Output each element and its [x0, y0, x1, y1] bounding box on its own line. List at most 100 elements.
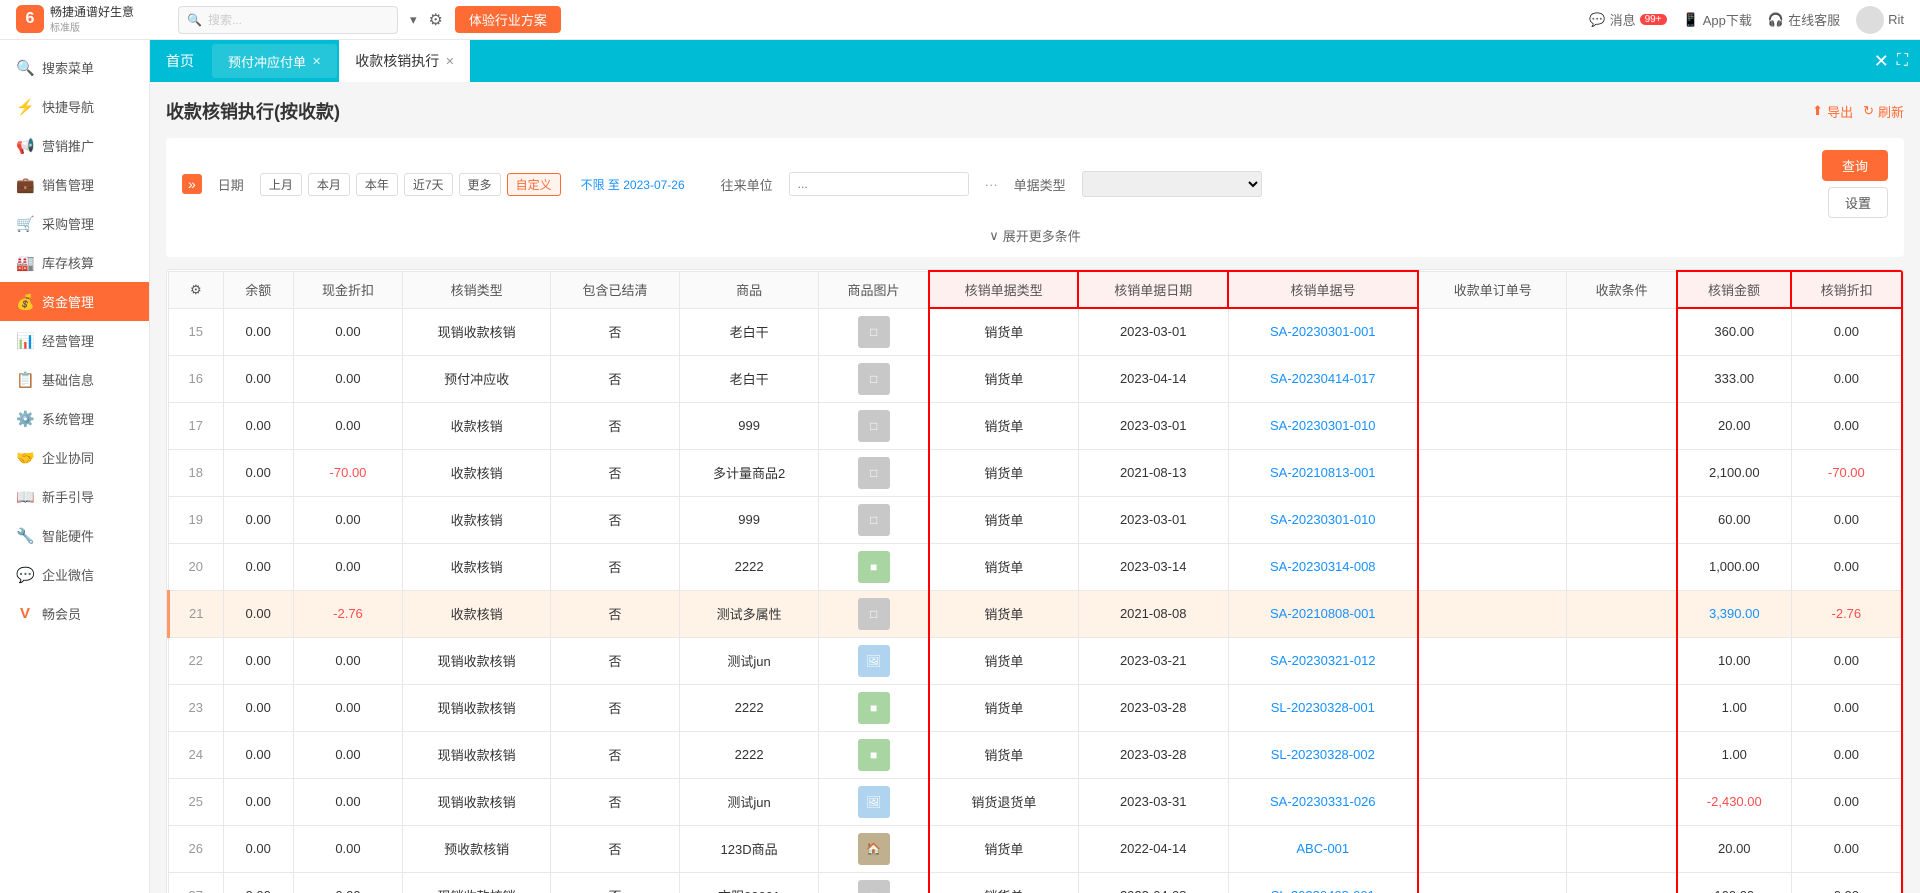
cell-receipt-condition [1567, 402, 1677, 449]
table-row: 26 0.00 0.00 预收款核销 否 123D商品 🏠 销货单 2022-0… [169, 825, 1903, 872]
settings-gear-icon[interactable]: ⚙ [429, 10, 443, 30]
cell-goods-image: 🖼 [819, 778, 929, 825]
cell-verify-amount: 10.00 [1677, 637, 1791, 684]
sidebar-item-marketing[interactable]: 📢 营销推广 [0, 126, 149, 165]
sidebar-item-label: 营销推广 [42, 136, 94, 155]
sidebar-item-finance[interactable]: 💰 资金管理 [0, 282, 149, 321]
col-header-gear[interactable]: ⚙ [169, 271, 224, 308]
more-btn[interactable]: 更多 [459, 173, 501, 196]
cell-verify-type: 现销收款核销 [403, 778, 551, 825]
cell-verify-type: 现销收款核销 [403, 684, 551, 731]
invoice-no-link[interactable]: ABC-001 [1296, 841, 1349, 856]
app-download-button[interactable]: 📱 App下载 [1683, 10, 1752, 29]
voucher-type-select[interactable] [1082, 171, 1262, 197]
cell-id: 26 [169, 825, 224, 872]
custom-date-btn[interactable]: 自定义 [507, 173, 561, 196]
cell-goods-image: □ [819, 402, 929, 449]
invoice-no-link[interactable]: SA-20230314-008 [1270, 559, 1376, 574]
tab-verify-close-icon[interactable]: ✕ [445, 55, 454, 68]
sidebar-item-guide[interactable]: 📖 新手引导 [0, 477, 149, 516]
sidebar-item-quick-nav[interactable]: ⚡ 快捷导航 [0, 87, 149, 126]
cell-include-settled: 否 [551, 684, 680, 731]
search-menu-icon: 🔍 [16, 59, 34, 77]
online-service-button[interactable]: 🎧 在线客服 [1768, 10, 1840, 29]
tab-home[interactable]: 首页 [150, 40, 210, 82]
filter-expand-arrow[interactable]: » [182, 174, 202, 194]
sidebar-item-management[interactable]: 📊 经营管理 [0, 321, 149, 360]
refresh-button[interactable]: ↻ 刷新 [1863, 102, 1904, 121]
invoice-no-link[interactable]: SA-20230321-012 [1270, 653, 1376, 668]
sidebar-item-search[interactable]: 🔍 搜索菜单 [0, 48, 149, 87]
last-month-btn[interactable]: 上月 [260, 173, 302, 196]
sidebar-item-purchase[interactable]: 🛒 采购管理 [0, 204, 149, 243]
counterparty-input[interactable] [789, 172, 969, 196]
invoice-no-link[interactable]: SA-20230301-010 [1270, 418, 1376, 433]
close-window-icon[interactable]: ✕ [1874, 51, 1889, 72]
logo-brand-name: 畅捷通谱好生意 [50, 5, 134, 19]
table-row: 17 0.00 0.00 收款核销 否 999 □ 销货单 2023-03-01… [169, 402, 1903, 449]
cell-verify-amount: 1,000.00 [1677, 543, 1791, 590]
voucher-type-label: 单据类型 [1014, 175, 1066, 194]
logo-area: 6 畅捷通谱好生意 标准版 [16, 5, 166, 34]
cell-balance: 0.00 [223, 308, 293, 355]
cell-invoice-date: 2023-04-08 [1078, 872, 1228, 893]
cell-invoice-type: 销货单 [929, 543, 1079, 590]
filter-row: » 日期 上月 本月 本年 近7天 更多 自定义 不限 至 2023-07-26… [182, 150, 1888, 218]
sidebar-item-hardware[interactable]: 🔧 智能硬件 [0, 516, 149, 555]
invoice-no-link[interactable]: SA-20230414-017 [1270, 371, 1376, 386]
settings-button[interactable]: 设置 [1828, 187, 1888, 218]
dropdown-arrow-icon[interactable]: ▾ [410, 12, 417, 28]
cell-goods: 999 [679, 402, 818, 449]
tab-prepay[interactable]: 预付冲应付单 ✕ [212, 44, 337, 78]
col-header-verify-amount: 核销金额 [1677, 271, 1791, 308]
sidebar-item-system[interactable]: ⚙️ 系统管理 [0, 399, 149, 438]
invoice-no-link[interactable]: SA-20230301-010 [1270, 512, 1376, 527]
table-body: 15 0.00 0.00 现销收款核销 否 老白干 □ 销货单 2023-03-… [169, 308, 1903, 893]
invoice-no-link[interactable]: SA-20230331-026 [1270, 794, 1376, 809]
sidebar-item-wechat[interactable]: 💬 企业微信 [0, 555, 149, 594]
cell-verify-type: 收款核销 [403, 449, 551, 496]
sidebar-item-sales[interactable]: 💼 销售管理 [0, 165, 149, 204]
tab-verify[interactable]: 收款核销执行 ✕ [339, 40, 470, 82]
sidebar-item-basic-info[interactable]: 📋 基础信息 [0, 360, 149, 399]
sidebar-item-label: 企业协同 [42, 448, 94, 467]
user-info[interactable]: Rit [1856, 6, 1904, 34]
expand-more-conditions[interactable]: ∨ 展开更多条件 [989, 226, 1081, 245]
invoice-no-link[interactable]: SL-20230328-001 [1271, 700, 1375, 715]
this-year-btn[interactable]: 本年 [356, 173, 398, 196]
cell-verify-discount: 0.00 [1791, 872, 1902, 893]
cell-receipt-condition [1567, 590, 1677, 637]
invoice-no-link[interactable]: SA-20210808-001 [1270, 606, 1376, 621]
cell-balance: 0.00 [223, 684, 293, 731]
trial-button[interactable]: 体验行业方案 [455, 6, 561, 33]
invoice-no-link[interactable]: SL-20230328-002 [1271, 747, 1375, 762]
cell-verify-discount: 0.00 [1791, 543, 1902, 590]
cell-receipt-condition [1567, 637, 1677, 684]
top-search-box[interactable]: 🔍 搜索... [178, 6, 398, 34]
export-button[interactable]: ⬆ 导出 [1812, 102, 1853, 121]
wechat-icon: 💬 [16, 566, 34, 584]
sidebar-item-inventory[interactable]: 🏭 库存核算 [0, 243, 149, 282]
sales-icon: 💼 [16, 176, 34, 194]
this-month-btn[interactable]: 本月 [308, 173, 350, 196]
maximize-icon[interactable]: ⛶ [1897, 52, 1908, 70]
sidebar-item-collab[interactable]: 🤝 企业协同 [0, 438, 149, 477]
cell-invoice-type: 销货单 [929, 684, 1079, 731]
invoice-no-link[interactable]: SL-20230408-001 [1271, 888, 1375, 893]
tab-prepay-close-icon[interactable]: ✕ [312, 55, 321, 68]
invoice-no-link[interactable]: SA-20210813-001 [1270, 465, 1376, 480]
cell-verify-type: 预付冲应收 [403, 355, 551, 402]
cell-cash-discount: 0.00 [293, 355, 402, 402]
cell-goods-image: ■ [819, 684, 929, 731]
content-area: 首页 预付冲应付单 ✕ 收款核销执行 ✕ ✕ ⛶ 收款核销执行(按收款) [150, 40, 1920, 893]
top-bar: 6 畅捷通谱好生意 标准版 🔍 搜索... ▾ ⚙ 体验行业方案 💬 消息 99… [0, 0, 1920, 40]
main-layout: 🔍 搜索菜单 ⚡ 快捷导航 📢 营销推广 💼 销售管理 🛒 采购管理 🏭 库存核… [0, 40, 1920, 893]
invoice-no-link[interactable]: SA-20230301-001 [1270, 324, 1376, 339]
last-7-days-btn[interactable]: 近7天 [404, 173, 453, 196]
cell-verify-discount: 0.00 [1791, 402, 1902, 449]
sidebar-item-member[interactable]: V 畅会员 [0, 594, 149, 633]
query-button[interactable]: 查询 [1822, 150, 1888, 181]
message-button[interactable]: 💬 消息 99+ [1589, 10, 1666, 29]
tab-home-label: 首页 [166, 51, 194, 71]
inventory-icon: 🏭 [16, 254, 34, 272]
